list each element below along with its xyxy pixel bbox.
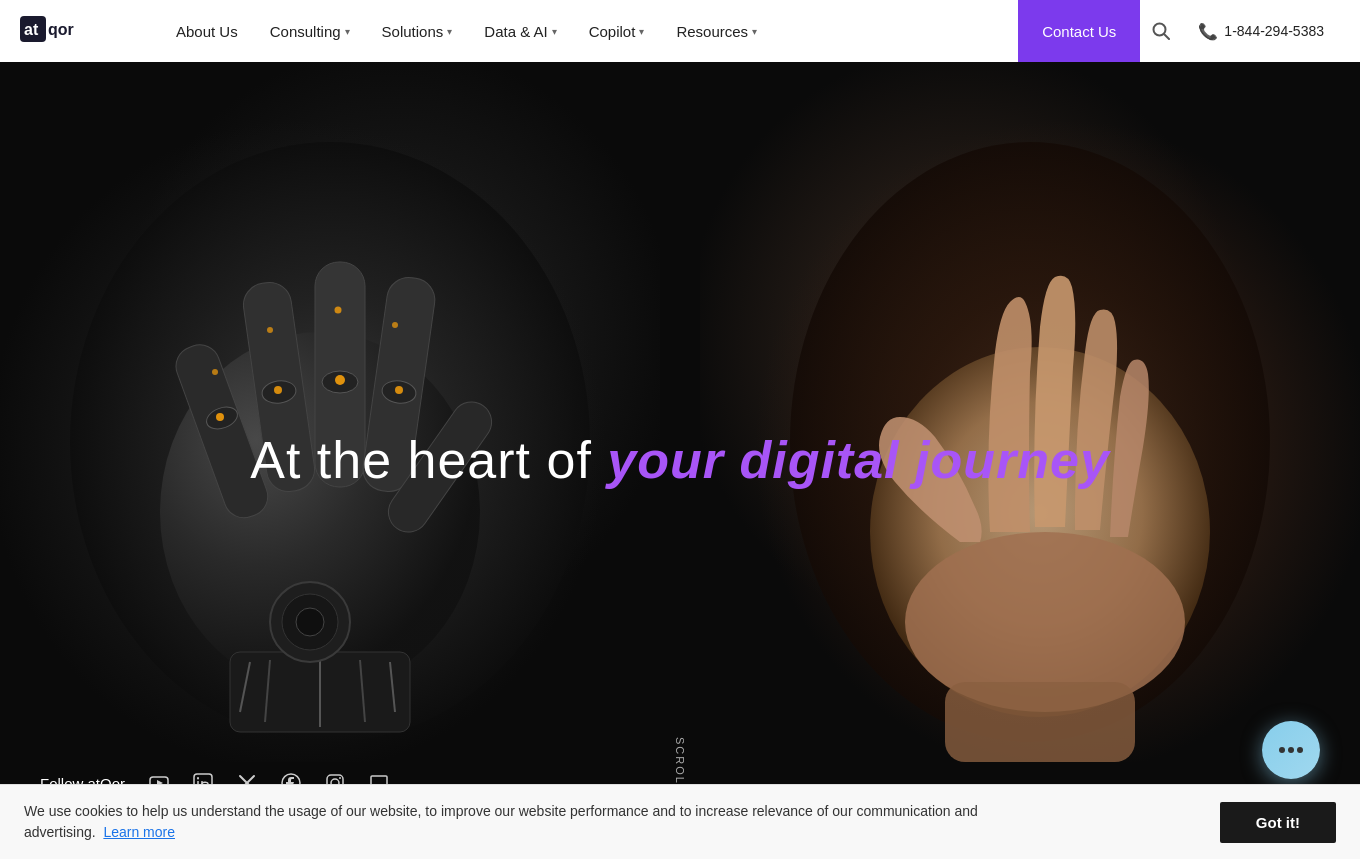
svg-line-4	[1164, 34, 1169, 39]
hero-headline-prefix: At the heart of	[250, 430, 607, 488]
nav-data-ai-label: Data & AI	[484, 23, 547, 40]
human-hand-image	[700, 62, 1360, 762]
nav-about-label: About Us	[176, 23, 238, 40]
robot-hand-svg	[0, 62, 660, 762]
hero-text-container: At the heart of your digital journey	[250, 428, 1110, 490]
svg-point-19	[395, 386, 403, 394]
human-hand-svg	[700, 62, 1360, 762]
svg-point-16	[216, 413, 224, 421]
phone-icon: 📞	[1198, 22, 1218, 41]
nav-contact-label: Contact Us	[1042, 23, 1116, 40]
nav-links: About Us Consulting ▾ Solutions ▾ Data &…	[160, 0, 1018, 62]
resources-chevron-icon: ▾	[752, 26, 757, 37]
nav-resources[interactable]: Resources ▾	[660, 0, 773, 62]
search-icon	[1152, 22, 1170, 40]
navbar: at qor About Us Consulting ▾ Solutions ▾…	[0, 0, 1360, 62]
nav-data-ai[interactable]: Data & AI ▾	[468, 0, 572, 62]
consulting-chevron-icon: ▾	[345, 26, 350, 37]
chat-support-button[interactable]	[1262, 721, 1320, 779]
chat-dot-1	[1279, 747, 1285, 753]
chat-dot-3	[1297, 747, 1303, 753]
nav-copilot[interactable]: Copilot ▾	[573, 0, 661, 62]
nav-solutions[interactable]: Solutions ▾	[366, 0, 469, 62]
nav-consulting-label: Consulting	[270, 23, 341, 40]
svg-point-32	[392, 322, 398, 328]
svg-point-28	[296, 608, 324, 636]
svg-point-48	[339, 777, 341, 779]
nav-consulting[interactable]: Consulting ▾	[254, 0, 366, 62]
robot-hand-image	[0, 62, 660, 762]
nav-about[interactable]: About Us	[160, 0, 254, 62]
svg-point-29	[212, 369, 218, 375]
nav-copilot-label: Copilot	[589, 23, 636, 40]
copilot-chevron-icon: ▾	[639, 26, 644, 37]
hero-headline: At the heart of your digital journey	[250, 428, 1110, 490]
svg-rect-36	[945, 682, 1135, 762]
nav-resources-label: Resources	[676, 23, 748, 40]
svg-point-30	[267, 327, 273, 333]
svg-point-17	[274, 386, 282, 394]
svg-point-18	[335, 375, 345, 385]
svg-point-31	[335, 307, 342, 314]
cookie-banner: We use cookies to help us understand the…	[0, 784, 1360, 859]
svg-text:at: at	[24, 21, 39, 38]
chat-button-dots	[1279, 747, 1303, 753]
nav-solutions-label: Solutions	[382, 23, 444, 40]
cookie-got-it-button[interactable]: Got it!	[1220, 802, 1336, 843]
phone-link[interactable]: 📞 1-844-294-5383	[1182, 22, 1340, 41]
phone-number: 1-844-294-5383	[1224, 23, 1324, 39]
data-ai-chevron-icon: ▾	[552, 26, 557, 37]
search-button[interactable]	[1140, 0, 1182, 62]
logo[interactable]: at qor	[20, 10, 120, 52]
chat-dot-2	[1288, 747, 1294, 753]
solutions-chevron-icon: ▾	[447, 26, 452, 37]
cookie-message: We use cookies to help us understand the…	[24, 801, 1024, 843]
svg-text:qor: qor	[48, 21, 74, 38]
hero-headline-highlight: your digital journey	[607, 430, 1110, 488]
hero-section: At the heart of your digital journey Fol…	[0, 0, 1360, 859]
nav-contact-button[interactable]: Contact Us	[1018, 0, 1140, 62]
learn-more-link[interactable]: Learn more	[103, 824, 175, 840]
